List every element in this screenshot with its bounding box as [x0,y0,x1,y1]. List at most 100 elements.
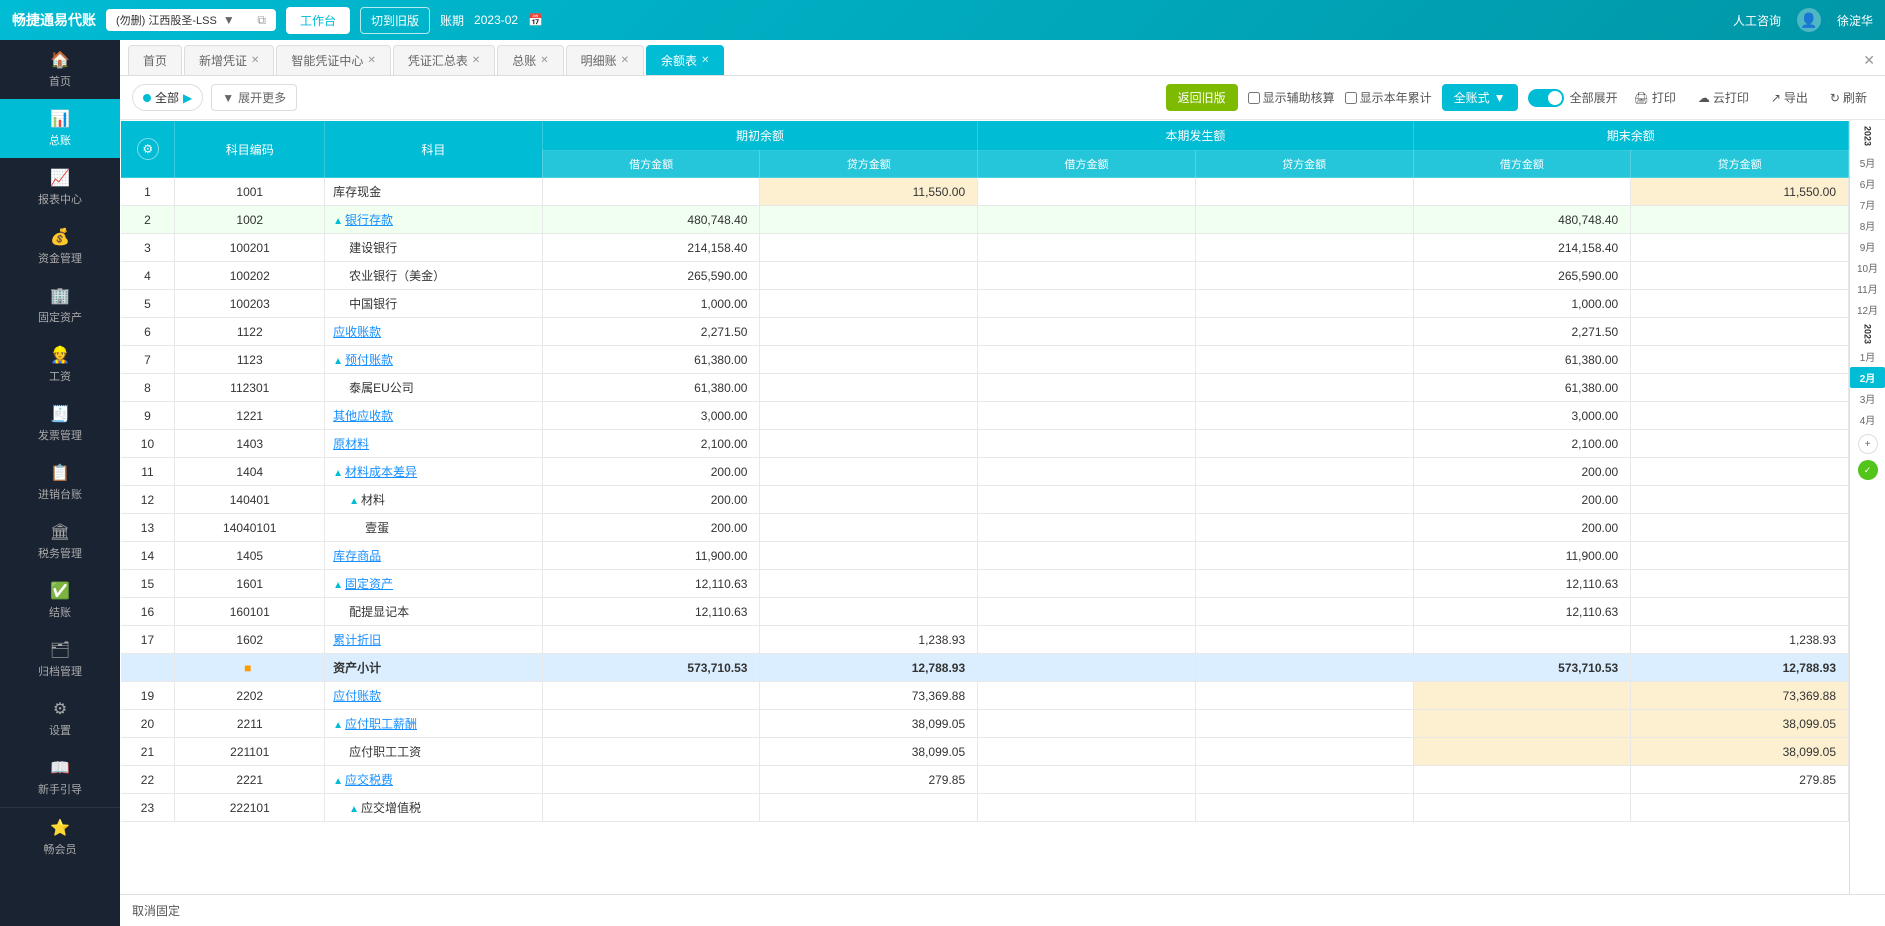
row-name[interactable]: ▲固定资产 [325,570,543,598]
checkbox-annual[interactable]: 显示本年累计 [1345,89,1432,106]
sidebar-item-payroll[interactable]: 👷 工资 [0,335,120,394]
row-name[interactable]: 其他应收款 [325,402,543,430]
workbench-button[interactable]: 工作台 [286,7,350,34]
row-name[interactable]: 应付账款 [325,682,543,710]
row-name[interactable]: ▲预付账款 [325,346,543,374]
row-name[interactable]: ▲材料成本差异 [325,458,543,486]
tab-voucher-summary[interactable]: 凭证汇总表 ✕ [393,45,495,75]
circle-expand[interactable]: + [1858,434,1878,454]
return-button[interactable]: 返回旧版 [1166,84,1238,111]
sidebar-item-guide[interactable]: 📖 新手引导 [0,748,120,807]
row-name[interactable]: 应收账款 [325,318,543,346]
month-10[interactable]: 10月 [1850,257,1885,278]
sidebar-item-settings[interactable]: ⚙ 设置 [0,689,120,748]
month-4[interactable]: 4月 [1850,409,1885,430]
open-credit [760,598,978,626]
row-name[interactable]: 累计折旧 [325,626,543,654]
sidebar-item-reports[interactable]: 📈 报表中心 [0,158,120,217]
sidebar-item-sales[interactable]: 📋 进销台账 [0,453,120,512]
expand-label: 展开更多 [238,89,286,106]
month-3[interactable]: 3月 [1850,388,1885,409]
unpin-button[interactable]: 取消固定 [132,902,180,919]
row-name[interactable]: ▲应付职工薪酬 [325,710,543,738]
sidebar-item-fund[interactable]: 💰 资金管理 [0,217,120,276]
checkbox-auxiliary[interactable]: 显示辅助核算 [1248,89,1335,106]
month-7[interactable]: 7月 [1850,194,1885,215]
row-name[interactable]: ▲银行存款 [325,206,543,234]
print-button[interactable]: 🖨 打印 [1628,85,1682,110]
table-row: 101403原材料2,100.002,100.00 [121,430,1849,458]
sidebar-item-home[interactable]: 🏠 首页 [0,40,120,99]
filter-button[interactable]: 全部 ▶ [132,84,203,111]
month-12[interactable]: 12月 [1850,299,1885,320]
display-mode-button[interactable]: 全账式 ▼ [1442,84,1518,111]
circle-green[interactable]: ✓ [1858,460,1878,480]
close-credit [1631,542,1849,570]
sidebar-item-archive[interactable]: 🗂 归档管理 [0,630,120,689]
tab-close-summary[interactable]: ✕ [472,55,480,66]
open-credit [760,234,978,262]
toggle-expand[interactable]: 全部展开 [1528,89,1618,107]
row-code: 100201 [175,234,325,262]
open-debit [542,794,760,822]
sidebar-item-close[interactable]: ✅ 结账 [0,571,120,630]
tab-close-new-voucher[interactable]: ✕ [251,55,259,66]
tab-close-smart[interactable]: ✕ [367,55,375,66]
sidebar-item-vip[interactable]: ⭐ 畅会员 [0,807,120,867]
tab-new-voucher[interactable]: 新增凭证 ✕ [184,45,274,75]
row-num: 2 [121,206,175,234]
month-8[interactable]: 8月 [1850,215,1885,236]
tab-balance[interactable]: 余额表 ✕ [646,45,724,75]
settings-gear-icon[interactable]: ⚙ [137,138,159,160]
table-row: 192202应付账款73,369.8873,369.88 [121,682,1849,710]
row-name[interactable]: 原材料 [325,430,543,458]
consult-label[interactable]: 人工咨询 [1733,12,1781,29]
row-num [121,654,175,682]
expand-button[interactable]: ▼ 展开更多 [211,84,297,111]
username: 徐淀华 [1837,12,1873,29]
row-num: 3 [121,234,175,262]
tab-smart-voucher[interactable]: 智能凭证中心 ✕ [276,45,390,75]
tab-close-detail[interactable]: ✕ [621,55,629,66]
month-5[interactable]: 5月 [1850,152,1885,173]
cur-credit [1195,654,1413,682]
toggle-switch[interactable] [1528,89,1564,107]
tab-close-balance[interactable]: ✕ [701,55,709,66]
tab-close-all[interactable]: ✕ [1853,46,1885,75]
month-6[interactable]: 6月 [1850,173,1885,194]
month-11[interactable]: 11月 [1850,278,1885,299]
tab-home[interactable]: 首页 [128,45,182,75]
col-name: 科目 [325,121,543,178]
company-selector[interactable]: (勿删) 江西股圣-LSS ▼ ⧉ [106,9,276,31]
row-num: 9 [121,402,175,430]
checkbox-annual-input[interactable] [1345,92,1357,104]
open-debit [542,738,760,766]
month-2-active[interactable]: 2月 [1850,367,1885,388]
calendar-icon[interactable]: 📅 [528,13,543,27]
tab-close-ledger[interactable]: ✕ [540,55,548,66]
sidebar-item-ledger[interactable]: 📊 总账 [0,99,120,158]
switch-button[interactable]: 切到旧版 [360,7,430,34]
tab-general-ledger[interactable]: 总账 ✕ [497,45,563,75]
cur-credit [1195,178,1413,206]
month-9[interactable]: 9月 [1850,236,1885,257]
cloud-print-button[interactable]: ☁ 云打印 [1692,85,1755,110]
close-debit [1413,710,1631,738]
cur-debit [978,346,1196,374]
settings-icon: ⚙ [53,699,67,719]
tab-detail-ledger[interactable]: 明细账 ✕ [566,45,644,75]
checkbox-auxiliary-input[interactable] [1248,92,1260,104]
month-1[interactable]: 1月 [1850,346,1885,367]
sidebar-item-tax[interactable]: 🏛 税务管理 [0,512,120,571]
export-button[interactable]: ↗ 导出 [1765,85,1814,110]
cur-credit [1195,430,1413,458]
close-debit: 214,158.40 [1413,234,1631,262]
row-name: 中国银行 [325,290,543,318]
sidebar-item-assets[interactable]: 🏢 固定资产 [0,276,120,335]
close-debit: 3,000.00 [1413,402,1631,430]
sidebar-item-invoice[interactable]: 🧾 发票管理 [0,394,120,453]
row-name[interactable]: ▲应交税费 [325,766,543,794]
print-icon: 🖨 [1634,91,1649,105]
refresh-button[interactable]: ↻ 刷新 [1824,85,1873,110]
row-name[interactable]: 库存商品 [325,542,543,570]
